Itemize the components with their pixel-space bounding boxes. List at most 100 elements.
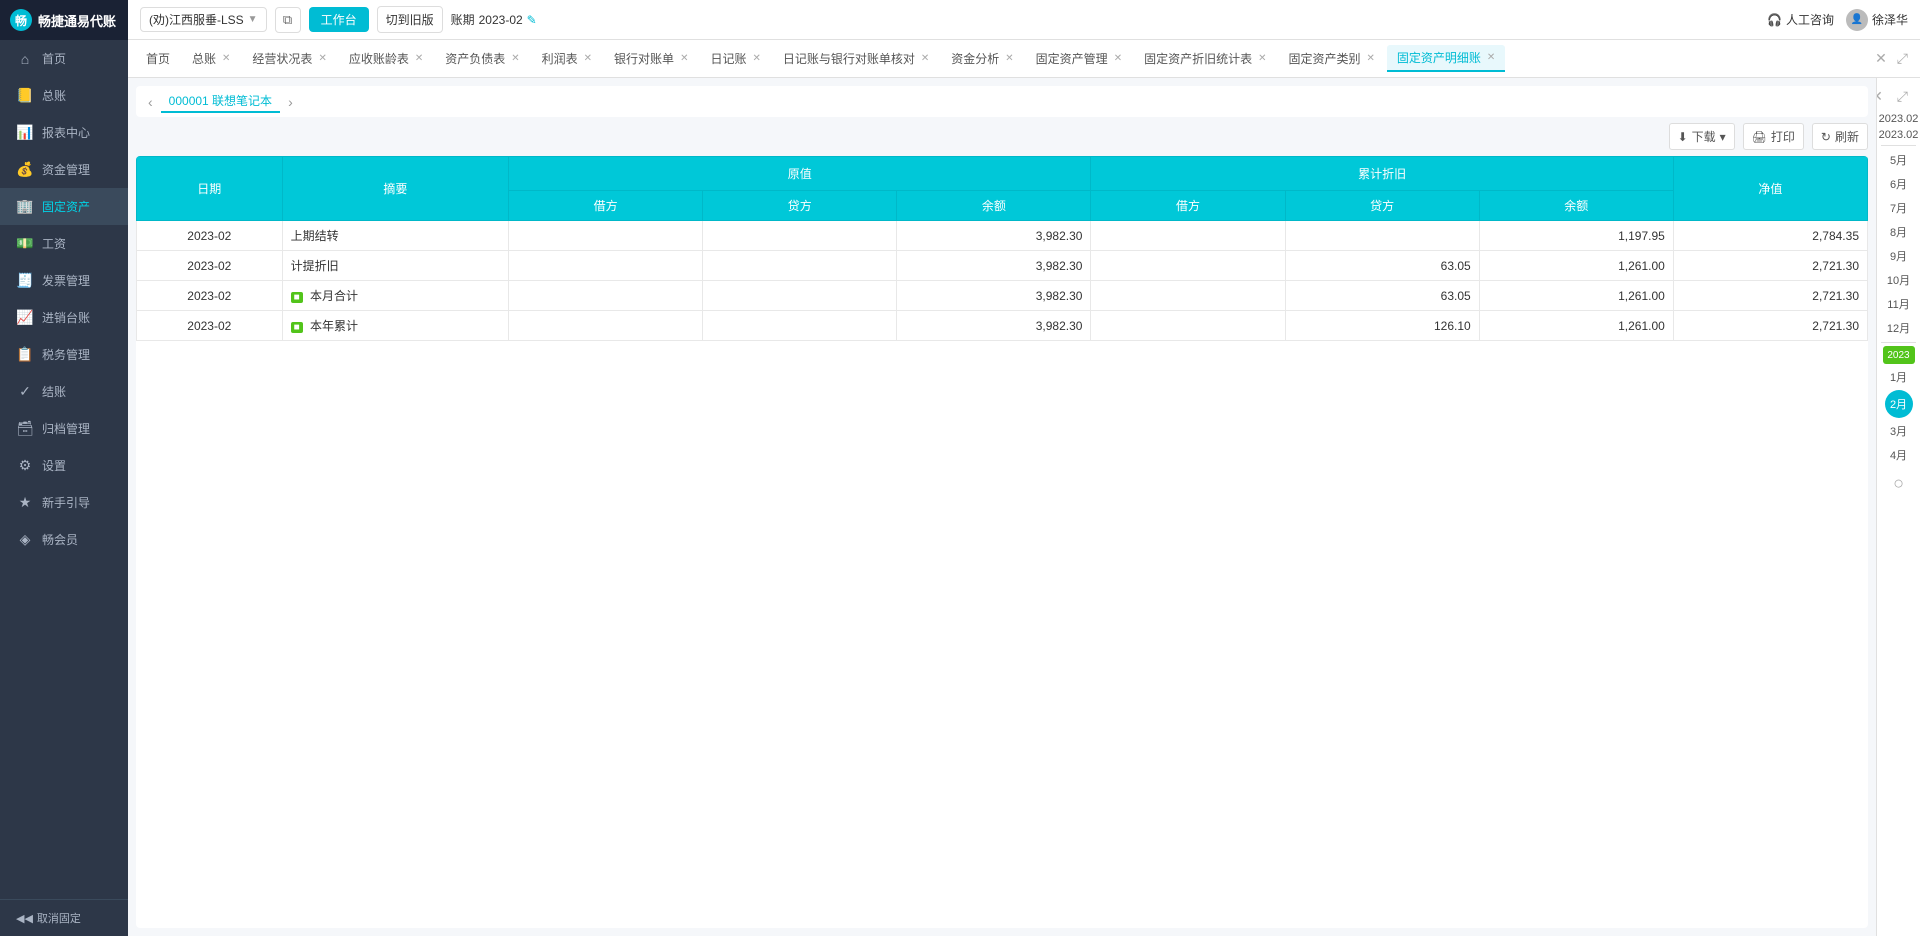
period-label: 账期 2023-02 ✎ [451,11,537,28]
old-version-button[interactable]: 切到旧版 [377,6,443,33]
month-2-active[interactable]: 2月 [1885,390,1913,418]
month-7[interactable]: 7月 [1881,197,1917,219]
tax-icon: 📋 [16,346,34,363]
tab-fixed-mgmt-close[interactable]: ✕ [1114,53,1122,64]
row-balance: 3,982.30 [897,311,1091,341]
close-right-panel-icon[interactable]: ✕ [1876,84,1887,109]
tab-receivable[interactable]: 应收账龄表 ✕ [339,46,433,71]
user-name: 徐泽华 [1872,11,1908,28]
tab-journal-bank-label: 日记账与银行对账单核对 [783,50,915,67]
expand-tabs-icon[interactable]: ⤢ [1893,50,1912,67]
sidebar-item-label: 首页 [42,50,66,67]
tab-fixed-category-close[interactable]: ✕ [1367,53,1375,64]
sidebar-item-invoice[interactable]: 🧾 发票管理 [0,262,128,299]
scroll-down-icon[interactable]: ○ [1893,467,1904,500]
topbar-right: 🎧 人工咨询 👤 徐泽华 [1767,9,1908,31]
month-11[interactable]: 11月 [1881,293,1917,315]
tab-journal-bank[interactable]: 日记账与银行对账单核对 ✕ [773,46,939,71]
sidebar-item-ledger[interactable]: 📒 总账 [0,77,128,114]
sidebar-item-member[interactable]: ◈ 畅会员 [0,521,128,558]
tab-fixed-depreciation[interactable]: 固定资产折旧统计表 ✕ [1134,46,1276,71]
tab-ledger[interactable]: 总账 ✕ [182,46,240,71]
tab-receivable-close[interactable]: ✕ [415,53,423,64]
sidebar-item-capital[interactable]: 💰 资金管理 [0,151,128,188]
sidebar-item-close[interactable]: ✓ 结账 [0,373,128,410]
sidebar-item-report[interactable]: 📊 报表中心 [0,114,128,151]
row-acc-balance: 1,261.00 [1479,311,1673,341]
tab-fixed-category[interactable]: 固定资产类别 ✕ [1278,46,1384,71]
tab-fixed-depreciation-close[interactable]: ✕ [1258,53,1266,64]
sidebar-item-sales[interactable]: 📈 进销台账 [0,299,128,336]
tab-fixed-mgmt[interactable]: 固定资产管理 ✕ [1026,46,1132,71]
month-12[interactable]: 12月 [1881,317,1917,339]
tab-journal[interactable]: 日记账 ✕ [700,46,770,71]
month-4[interactable]: 4月 [1881,444,1917,466]
sidebar-item-salary[interactable]: 💵 工资 [0,225,128,262]
expand-right-panel-icon[interactable]: ⤢ [1893,84,1912,109]
company-selector[interactable]: (劝)江西服垂-LSS ▼ [140,7,267,32]
month-1[interactable]: 1月 [1881,366,1917,388]
row-date: 2023-02 [137,221,283,251]
month-6[interactable]: 6月 [1881,173,1917,195]
chevron-down-icon: ▾ [1720,130,1726,144]
help-button[interactable]: 🎧 人工咨询 [1767,11,1834,28]
tab-journal-close[interactable]: ✕ [752,53,760,64]
tab-fund-close[interactable]: ✕ [1005,53,1013,64]
tab-balance[interactable]: 资产负债表 ✕ [435,46,529,71]
download-button[interactable]: ⬇ 下载 ▾ [1669,123,1735,150]
prev-asset-button[interactable]: ‹ [144,92,157,112]
current-asset-tab[interactable]: 000001 联想笔记本 [161,90,280,113]
th-acc-credit: 贷方 [1285,191,1479,221]
sidebar-footer-unpin[interactable]: ◀◀ 取消固定 [0,899,128,936]
row-credit [703,251,897,281]
avatar-icon: 👤 [1851,14,1863,25]
tab-ledger-close[interactable]: ✕ [222,53,230,64]
tab-journal-bank-close[interactable]: ✕ [921,53,929,64]
row-acc-debit [1091,221,1285,251]
user-menu[interactable]: 👤 徐泽华 [1846,9,1908,31]
tab-profit[interactable]: 利润表 ✕ [532,46,602,71]
report-icon: 📊 [16,124,34,141]
tab-home-label: 首页 [146,50,170,67]
tab-bank-close[interactable]: ✕ [680,53,688,64]
row-summary: 计提折旧 [282,251,508,281]
print-button[interactable]: 🖨 打印 [1743,123,1804,150]
tabbar: 首页 总账 ✕ 经营状况表 ✕ 应收账龄表 ✕ 资产负债表 ✕ 利润表 ✕ 银行… [128,40,1920,78]
sidebar-item-home[interactable]: ⌂ 首页 [0,40,128,77]
row-date: 2023-02 [137,311,283,341]
month-3[interactable]: 3月 [1881,420,1917,442]
tab-fixed-detail[interactable]: 固定资产明细账 ✕ [1387,45,1505,72]
row-acc-debit [1091,311,1285,341]
tab-profit-close[interactable]: ✕ [584,53,592,64]
month-10[interactable]: 10月 [1881,269,1917,291]
refresh-button[interactable]: ↻ 刷新 [1812,123,1868,150]
workbench-button[interactable]: 工作台 [309,7,369,32]
tab-operation[interactable]: 经营状况表 ✕ [242,46,336,71]
month-9[interactable]: 9月 [1881,245,1917,267]
next-asset-button[interactable]: › [284,92,297,112]
copy-icon-button[interactable]: ⧉ [275,7,301,33]
close-all-tabs-icon[interactable]: ✕ [1871,50,1891,67]
table-row: 2023-02 ■ 本月合计 3,982.30 63.05 1,261.00 [137,281,1868,311]
sidebar-item-tax[interactable]: 📋 税务管理 [0,336,128,373]
tab-fund[interactable]: 资金分析 ✕ [941,46,1023,71]
th-acc-balance: 余额 [1479,191,1673,221]
month-5[interactable]: 5月 [1881,149,1917,171]
sidebar-item-label: 固定资产 [42,198,90,215]
month-8[interactable]: 8月 [1881,221,1917,243]
sidebar-item-guide[interactable]: ★ 新手引导 [0,484,128,521]
row-balance: 3,982.30 [897,221,1091,251]
th-accumulated-depreciation: 累计折旧 [1091,157,1673,191]
sidebar-item-archive[interactable]: 🗃 归档管理 [0,410,128,447]
sidebar-item-settings[interactable]: ⚙ 设置 [0,447,128,484]
row-debit [509,281,703,311]
tab-balance-close[interactable]: ✕ [511,53,519,64]
tab-operation-close[interactable]: ✕ [318,53,326,64]
sidebar-item-fixed-assets[interactable]: 🏢 固定资产 [0,188,128,225]
row-balance: 3,982.30 [897,251,1091,281]
tab-home[interactable]: 首页 [136,46,180,71]
tab-fixed-detail-close[interactable]: ✕ [1487,52,1495,63]
settings-icon: ⚙ [16,457,34,474]
period-edit-icon[interactable]: ✎ [527,13,537,27]
tab-bank[interactable]: 银行对账单 ✕ [604,46,698,71]
